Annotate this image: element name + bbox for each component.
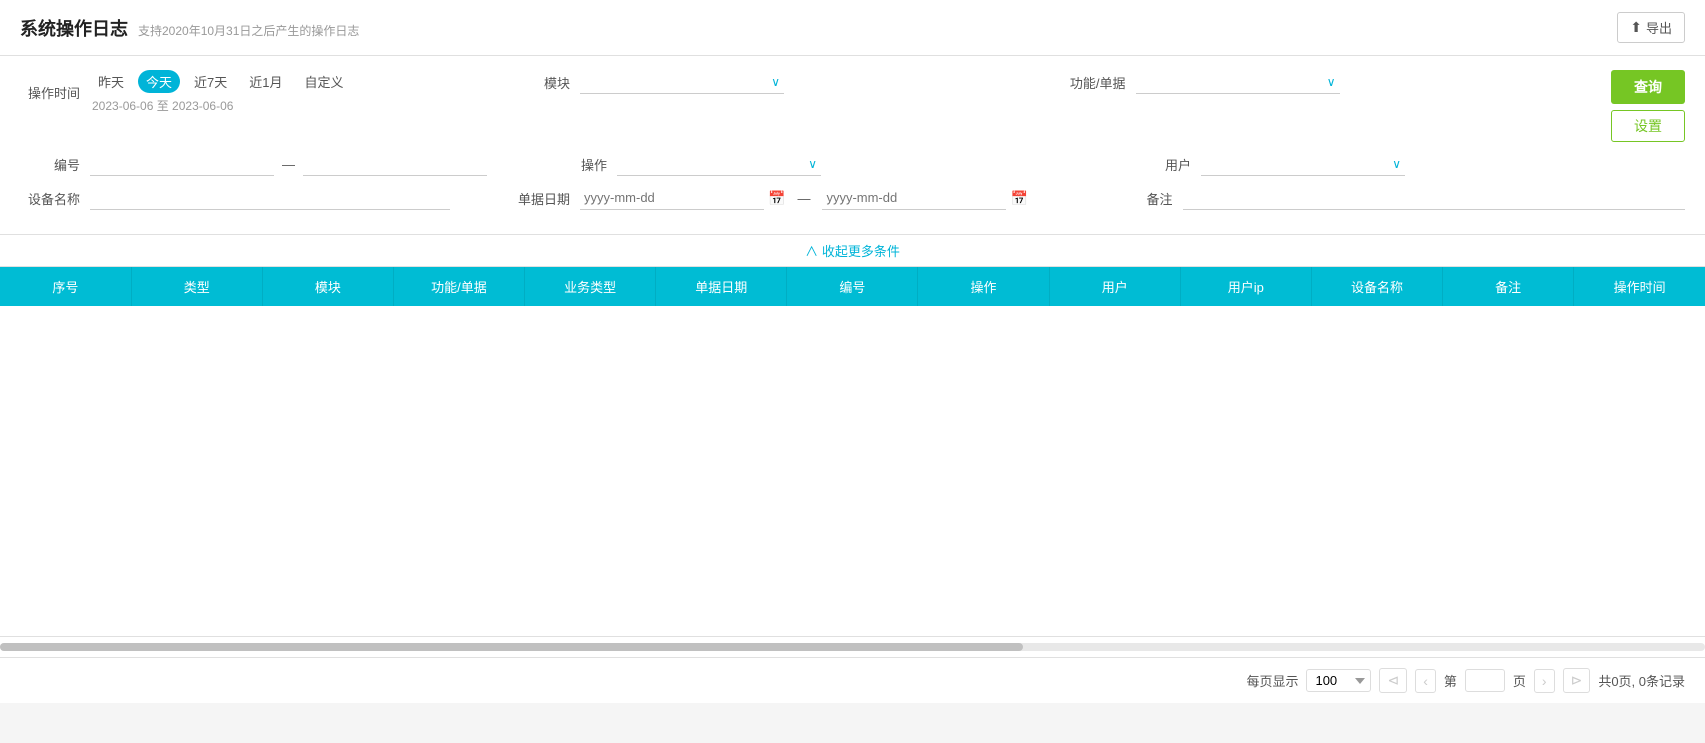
number-to-input[interactable]: [303, 152, 487, 176]
function-select-wrapper: ∨: [1136, 70, 1340, 94]
operation-filter-cell: 操作 ∨: [487, 152, 1101, 176]
number-label: 编号: [20, 155, 90, 174]
query-button[interactable]: 查询: [1611, 70, 1685, 104]
action-buttons: 查询 设置: [1591, 70, 1685, 142]
filter-row-3: 设备名称 单据日期 📅 — 📅 备注: [20, 186, 1685, 210]
calendar-from-icon[interactable]: 📅: [768, 190, 785, 207]
docdate-filter-cell: 单据日期 📅 — 📅: [450, 186, 1083, 210]
header-left: 系统操作日志 支持2020年10月31日之后产生的操作日志: [20, 15, 359, 41]
last-page-button[interactable]: ⊳: [1563, 668, 1591, 693]
operation-label: 操作: [547, 155, 617, 174]
module-filter-cell: 模块 ∨: [450, 70, 1036, 94]
docdate-separator: —: [797, 191, 810, 206]
next-page-button[interactable]: ›: [1534, 669, 1555, 693]
page-summary: 共0页, 0条记录: [1598, 671, 1685, 690]
docdate-to-input[interactable]: [822, 186, 1006, 210]
col-number: 编号: [787, 267, 918, 306]
page-header: 系统操作日志 支持2020年10月31日之后产生的操作日志 ⬆ 导出: [0, 0, 1705, 56]
device-label: 设备名称: [20, 189, 90, 208]
docdate-label: 单据日期: [510, 189, 580, 208]
page-label: 第: [1444, 671, 1457, 690]
remark-input[interactable]: [1183, 186, 1686, 210]
number-range: —: [90, 152, 487, 176]
col-biztype: 业务类型: [525, 267, 656, 306]
operation-select-wrapper: ∨: [617, 152, 821, 176]
col-remark: 备注: [1443, 267, 1574, 306]
col-device: 设备名称: [1311, 267, 1442, 306]
user-select[interactable]: [1201, 152, 1405, 176]
col-function: 功能/单据: [393, 267, 524, 306]
col-optime: 操作时间: [1574, 267, 1705, 306]
filter-row-2: 编号 — 操作 ∨ 用户 ∨: [20, 152, 1685, 176]
pagination-bar: 每页显示 100 10 20 50 200 ⊲ ‹ 第 1 页 › ⊳ 共0页,…: [0, 657, 1705, 703]
export-icon: ⬆: [1630, 19, 1642, 36]
page-title: 系统操作日志: [20, 15, 128, 41]
page-suffix: 页: [1513, 671, 1526, 690]
user-filter-cell: 用户 ∨: [1101, 152, 1685, 176]
page-number-input[interactable]: 1: [1465, 669, 1505, 692]
function-select[interactable]: [1136, 70, 1340, 94]
export-button[interactable]: ⬆ 导出: [1617, 12, 1685, 43]
time-btn-custom[interactable]: 自定义: [297, 70, 352, 93]
module-select-wrapper: ∨: [580, 70, 784, 94]
function-filter-cell: 功能/单据 ∨: [1036, 70, 1592, 94]
filter-row-1: 操作时间 昨天 今天 近7天 近1月 自定义 2023-06-06 至 2023…: [20, 70, 1685, 142]
scroll-track[interactable]: [0, 643, 1705, 651]
settings-button[interactable]: 设置: [1611, 110, 1685, 142]
time-filter-cell: 操作时间 昨天 今天 近7天 近1月 自定义 2023-06-06 至 2023…: [20, 70, 450, 114]
operation-select[interactable]: [617, 152, 821, 176]
docdate-from-input[interactable]: [580, 186, 764, 210]
col-userip: 用户ip: [1180, 267, 1311, 306]
time-btn-yesterday[interactable]: 昨天: [90, 70, 132, 93]
function-label: 功能/单据: [1066, 73, 1136, 92]
time-buttons: 昨天 今天 近7天 近1月 自定义: [90, 70, 352, 93]
col-seq: 序号: [0, 267, 131, 306]
col-operation: 操作: [918, 267, 1049, 306]
time-btn-7days[interactable]: 近7天: [186, 70, 235, 93]
device-input[interactable]: [90, 186, 450, 210]
col-user: 用户: [1049, 267, 1180, 306]
user-label: 用户: [1131, 155, 1201, 174]
col-module: 模块: [262, 267, 393, 306]
number-filter-cell: 编号 —: [20, 152, 487, 176]
time-btn-today[interactable]: 今天: [138, 70, 180, 93]
collapse-label: 收起更多条件: [822, 244, 900, 259]
page-size-label: 每页显示: [1246, 671, 1298, 690]
docdate-range: 📅 — 📅: [580, 186, 1028, 210]
number-from-input[interactable]: [90, 152, 274, 176]
calendar-to-icon[interactable]: 📅: [1010, 190, 1027, 207]
table-header: 序号 类型 模块 功能/单据 业务类型 单据日期 编号 操作 用户 用户ip 设…: [0, 267, 1705, 306]
remark-label: 备注: [1113, 189, 1183, 208]
first-page-button[interactable]: ⊲: [1379, 668, 1407, 693]
collapse-bar[interactable]: ∧ 收起更多条件: [0, 235, 1705, 267]
data-table: 序号 类型 模块 功能/单据 业务类型 单据日期 编号 操作 用户 用户ip 设…: [0, 267, 1705, 306]
module-label: 模块: [510, 73, 580, 92]
device-filter-cell: 设备名称: [20, 186, 450, 210]
time-label: 操作时间: [20, 83, 90, 102]
date-range-display: 2023-06-06 至 2023-06-06: [90, 97, 352, 114]
table-section: 序号 类型 模块 功能/单据 业务类型 单据日期 编号 操作 用户 用户ip 设…: [0, 267, 1705, 636]
scroll-bar-area: [0, 636, 1705, 657]
export-label: 导出: [1646, 18, 1672, 37]
col-type: 类型: [131, 267, 262, 306]
empty-area: [0, 306, 1705, 636]
user-select-wrapper: ∨: [1201, 152, 1405, 176]
remark-filter-cell: 备注: [1083, 186, 1686, 210]
time-btn-1month[interactable]: 近1月: [241, 70, 290, 93]
prev-page-button[interactable]: ‹: [1415, 669, 1436, 693]
table-header-row: 序号 类型 模块 功能/单据 业务类型 单据日期 编号 操作 用户 用户ip 设…: [0, 267, 1705, 306]
scroll-thumb[interactable]: [0, 643, 1023, 651]
collapse-icon: ∧: [805, 244, 818, 259]
filter-section: 操作时间 昨天 今天 近7天 近1月 自定义 2023-06-06 至 2023…: [0, 56, 1705, 235]
col-docdate: 单据日期: [656, 267, 787, 306]
page-subtitle: 支持2020年10月31日之后产生的操作日志: [138, 22, 359, 39]
module-select[interactable]: [580, 70, 784, 94]
page-size-select[interactable]: 100 10 20 50 200: [1306, 669, 1371, 692]
number-separator: —: [282, 157, 295, 172]
time-filter-group: 昨天 今天 近7天 近1月 自定义 2023-06-06 至 2023-06-0…: [90, 70, 352, 114]
